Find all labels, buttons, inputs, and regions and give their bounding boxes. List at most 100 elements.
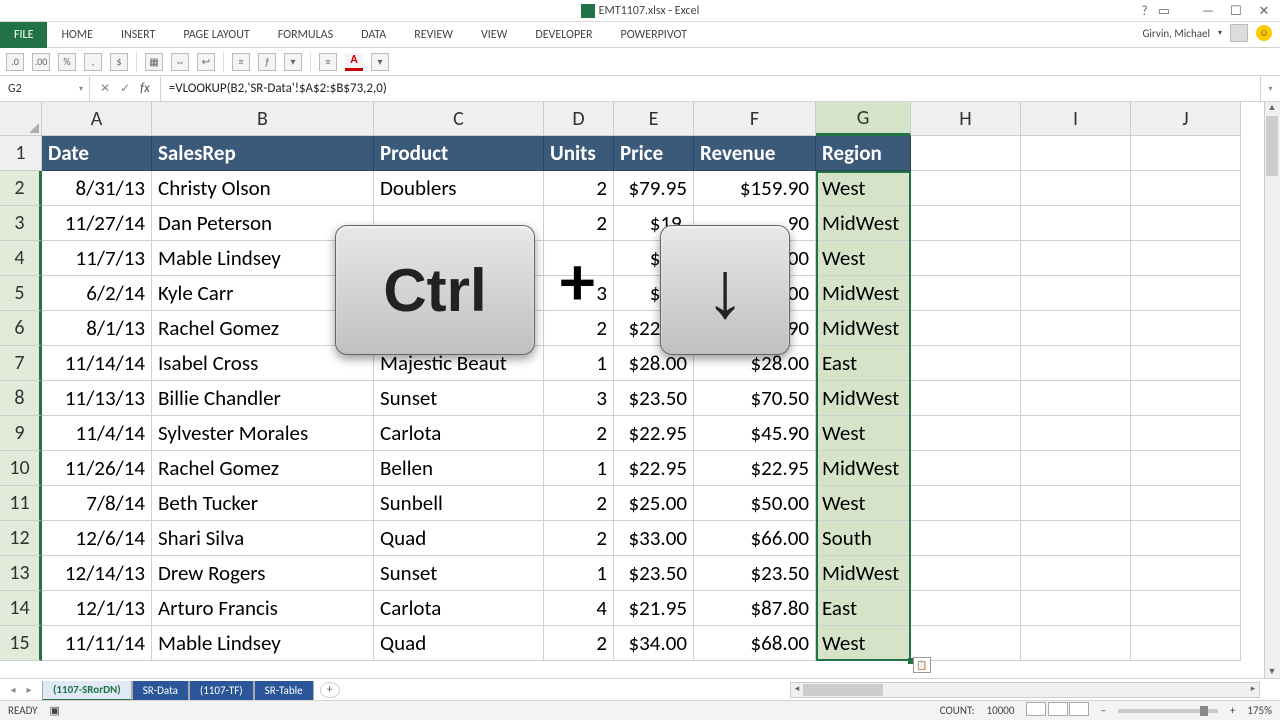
- cell-H1[interactable]: [911, 136, 1021, 171]
- hscroll-thumb[interactable]: [803, 684, 883, 696]
- tab-home[interactable]: HOME: [47, 22, 107, 48]
- row-header-9[interactable]: 9: [0, 416, 42, 451]
- cell-C9[interactable]: Carlota: [374, 416, 544, 451]
- formula-input[interactable]: =VLOOKUP(B2,'SR-Data'!$A$2:$B$73,2,0): [161, 76, 1260, 101]
- spreadsheet-grid[interactable]: ABCDEFGHIJ 123456789101112131415 DateSal…: [0, 102, 1280, 678]
- row-header-11[interactable]: 11: [0, 486, 42, 521]
- cell-E9[interactable]: $22.95: [614, 416, 694, 451]
- cell-B1[interactable]: SalesRep: [152, 136, 374, 171]
- row-header-13[interactable]: 13: [0, 556, 42, 591]
- zoom-knob[interactable]: [1200, 706, 1208, 716]
- cell-A7[interactable]: 11/14/14: [42, 346, 152, 381]
- cell-H8[interactable]: [911, 381, 1021, 416]
- tab-developer[interactable]: DEVELOPER: [521, 22, 606, 48]
- cell-F9[interactable]: $45.90: [694, 416, 816, 451]
- chevron-down-icon[interactable]: ▾: [1218, 28, 1222, 38]
- column-header-H[interactable]: H: [911, 102, 1021, 136]
- cell-F8[interactable]: $70.50: [694, 381, 816, 416]
- cell-G2[interactable]: West: [816, 171, 911, 206]
- cell-G4[interactable]: West: [816, 241, 911, 276]
- cell-A8[interactable]: 11/13/13: [42, 381, 152, 416]
- cell-D13[interactable]: 1: [544, 556, 614, 591]
- cell-B12[interactable]: Shari Silva: [152, 521, 374, 556]
- cell-I3[interactable]: [1021, 206, 1131, 241]
- cell-C13[interactable]: Sunset: [374, 556, 544, 591]
- column-header-I[interactable]: I: [1021, 102, 1131, 136]
- cell-H12[interactable]: [911, 521, 1021, 556]
- cell-E8[interactable]: $23.50: [614, 381, 694, 416]
- zoom-value[interactable]: 175%: [1247, 704, 1272, 717]
- cell-C14[interactable]: Carlota: [374, 591, 544, 626]
- enter-icon[interactable]: ✓: [120, 81, 130, 96]
- scroll-down-icon[interactable]: ▼: [1265, 666, 1279, 678]
- sheet-tab-srtable[interactable]: SR-Table: [254, 681, 314, 701]
- formula-expand-icon[interactable]: ▾: [1260, 76, 1280, 101]
- ribbon-display-icon[interactable]: ▭: [1158, 4, 1170, 19]
- vertical-scrollbar[interactable]: ▲ ▼: [1264, 102, 1280, 678]
- cell-E1[interactable]: Price: [614, 136, 694, 171]
- evaluate-icon[interactable]: ƒ: [258, 53, 276, 71]
- border-icon[interactable]: ▦: [145, 53, 163, 71]
- cell-C11[interactable]: Sunbell: [374, 486, 544, 521]
- tab-view[interactable]: VIEW: [467, 22, 521, 48]
- cell-F10[interactable]: $22.95: [694, 451, 816, 486]
- cell-A11[interactable]: 7/8/14: [42, 486, 152, 521]
- cell-G7[interactable]: East: [816, 346, 911, 381]
- cell-G6[interactable]: MidWest: [816, 311, 911, 346]
- fill-icon[interactable]: ▾: [284, 53, 302, 71]
- align-icon[interactable]: ≡: [232, 53, 250, 71]
- sheet-nav-first-icon[interactable]: ◂: [6, 683, 20, 696]
- decimal-decrease-icon[interactable]: .0: [6, 53, 24, 71]
- minimize-button[interactable]: —: [1194, 4, 1222, 19]
- cell-C2[interactable]: Doublers: [374, 171, 544, 206]
- cell-B13[interactable]: Drew Rogers: [152, 556, 374, 591]
- cell-A5[interactable]: 6/2/14: [42, 276, 152, 311]
- sheet-tab-srdata[interactable]: SR-Data: [132, 681, 189, 701]
- cell-G5[interactable]: MidWest: [816, 276, 911, 311]
- cell-I2[interactable]: [1021, 171, 1131, 206]
- cell-C1[interactable]: Product: [374, 136, 544, 171]
- tab-page-layout[interactable]: PAGE LAYOUT: [169, 22, 263, 48]
- cell-A12[interactable]: 12/6/14: [42, 521, 152, 556]
- column-header-B[interactable]: B: [152, 102, 374, 136]
- cell-D8[interactable]: 3: [544, 381, 614, 416]
- row-header-10[interactable]: 10: [0, 451, 42, 486]
- cell-H2[interactable]: [911, 171, 1021, 206]
- cell-H13[interactable]: [911, 556, 1021, 591]
- cell-I5[interactable]: [1021, 276, 1131, 311]
- cell-J6[interactable]: [1131, 311, 1241, 346]
- cell-J14[interactable]: [1131, 591, 1241, 626]
- column-header-F[interactable]: F: [694, 102, 816, 136]
- scroll-thumb[interactable]: [1266, 116, 1278, 176]
- add-sheet-button[interactable]: +: [320, 682, 340, 698]
- column-header-C[interactable]: C: [374, 102, 544, 136]
- cell-H7[interactable]: [911, 346, 1021, 381]
- cell-J13[interactable]: [1131, 556, 1241, 591]
- row-header-3[interactable]: 3: [0, 206, 42, 241]
- cell-H5[interactable]: [911, 276, 1021, 311]
- cell-J9[interactable]: [1131, 416, 1241, 451]
- cell-I1[interactable]: [1021, 136, 1131, 171]
- sheet-tab-1107srordn[interactable]: (1107-SRorDN): [42, 681, 132, 701]
- cell-H3[interactable]: [911, 206, 1021, 241]
- cell-H4[interactable]: [911, 241, 1021, 276]
- row-header-14[interactable]: 14: [0, 591, 42, 626]
- scroll-up-icon[interactable]: ▲: [1265, 102, 1279, 114]
- cell-I11[interactable]: [1021, 486, 1131, 521]
- cell-G9[interactable]: West: [816, 416, 911, 451]
- cell-G11[interactable]: West: [816, 486, 911, 521]
- cell-D3[interactable]: 2: [544, 206, 614, 241]
- cell-F1[interactable]: Revenue: [694, 136, 816, 171]
- cell-D14[interactable]: 4: [544, 591, 614, 626]
- cell-A15[interactable]: 11/11/14: [42, 626, 152, 661]
- macro-record-icon[interactable]: ▣: [50, 704, 60, 717]
- cell-G14[interactable]: East: [816, 591, 911, 626]
- cell-C8[interactable]: Sunset: [374, 381, 544, 416]
- row-header-7[interactable]: 7: [0, 346, 42, 381]
- cell-C15[interactable]: Quad: [374, 626, 544, 661]
- wrap-icon[interactable]: ↩: [197, 53, 215, 71]
- cell-A1[interactable]: Date: [42, 136, 152, 171]
- cell-A6[interactable]: 8/1/13: [42, 311, 152, 346]
- cell-J2[interactable]: [1131, 171, 1241, 206]
- feedback-icon[interactable]: ☺: [1256, 25, 1272, 41]
